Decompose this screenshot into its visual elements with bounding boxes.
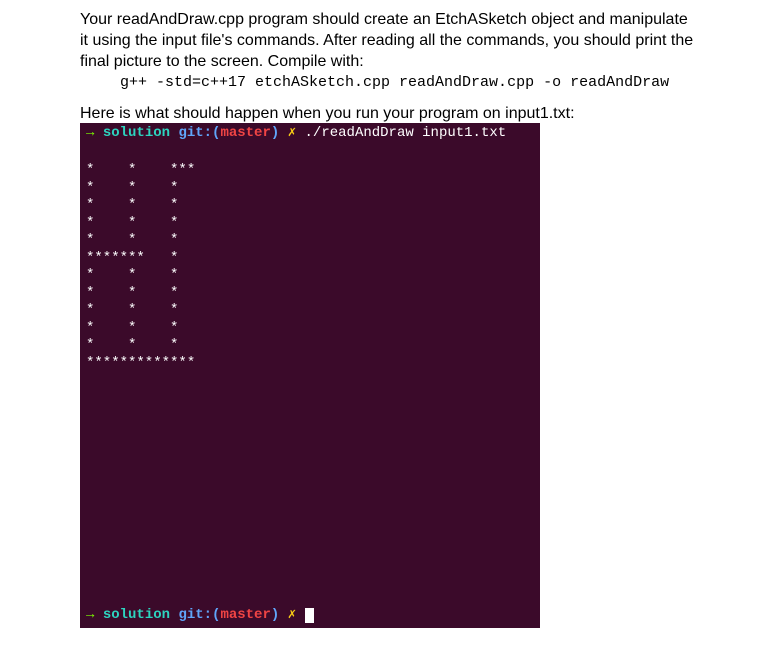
prompt-directory: solution bbox=[103, 607, 170, 623]
dirty-icon: ✗ bbox=[288, 607, 296, 623]
git-suffix: ) bbox=[271, 607, 279, 623]
prompt-arrow-icon: → bbox=[86, 125, 94, 141]
terminal-window: → solution git:(master) ✗ ./readAndDraw … bbox=[80, 123, 540, 628]
program-output: * * *** * * * * * * * * * * * * ******* … bbox=[86, 145, 534, 373]
run-instruction: Here is what should happen when you run … bbox=[80, 105, 700, 123]
git-suffix: ) bbox=[271, 125, 279, 141]
git-prefix: git:( bbox=[178, 125, 220, 141]
command-text: ./readAndDraw input1.txt bbox=[305, 125, 507, 141]
git-prefix: git:( bbox=[178, 607, 220, 623]
git-branch: master bbox=[220, 125, 270, 141]
instructions-paragraph: Your readAndDraw.cpp program should crea… bbox=[80, 10, 700, 72]
dirty-icon: ✗ bbox=[288, 125, 296, 141]
prompt-line-bottom: → solution git:(master) ✗ bbox=[86, 607, 314, 625]
compile-command: g++ -std=c++17 etchASketch.cpp readAndDr… bbox=[120, 74, 700, 91]
prompt-arrow-icon: → bbox=[86, 607, 94, 623]
git-branch: master bbox=[220, 607, 270, 623]
prompt-directory: solution bbox=[103, 125, 170, 141]
instructions-text: Your readAndDraw.cpp program should crea… bbox=[80, 11, 693, 70]
prompt-line-top: → solution git:(master) ✗ ./readAndDraw … bbox=[86, 125, 534, 143]
cursor-block bbox=[305, 608, 314, 623]
